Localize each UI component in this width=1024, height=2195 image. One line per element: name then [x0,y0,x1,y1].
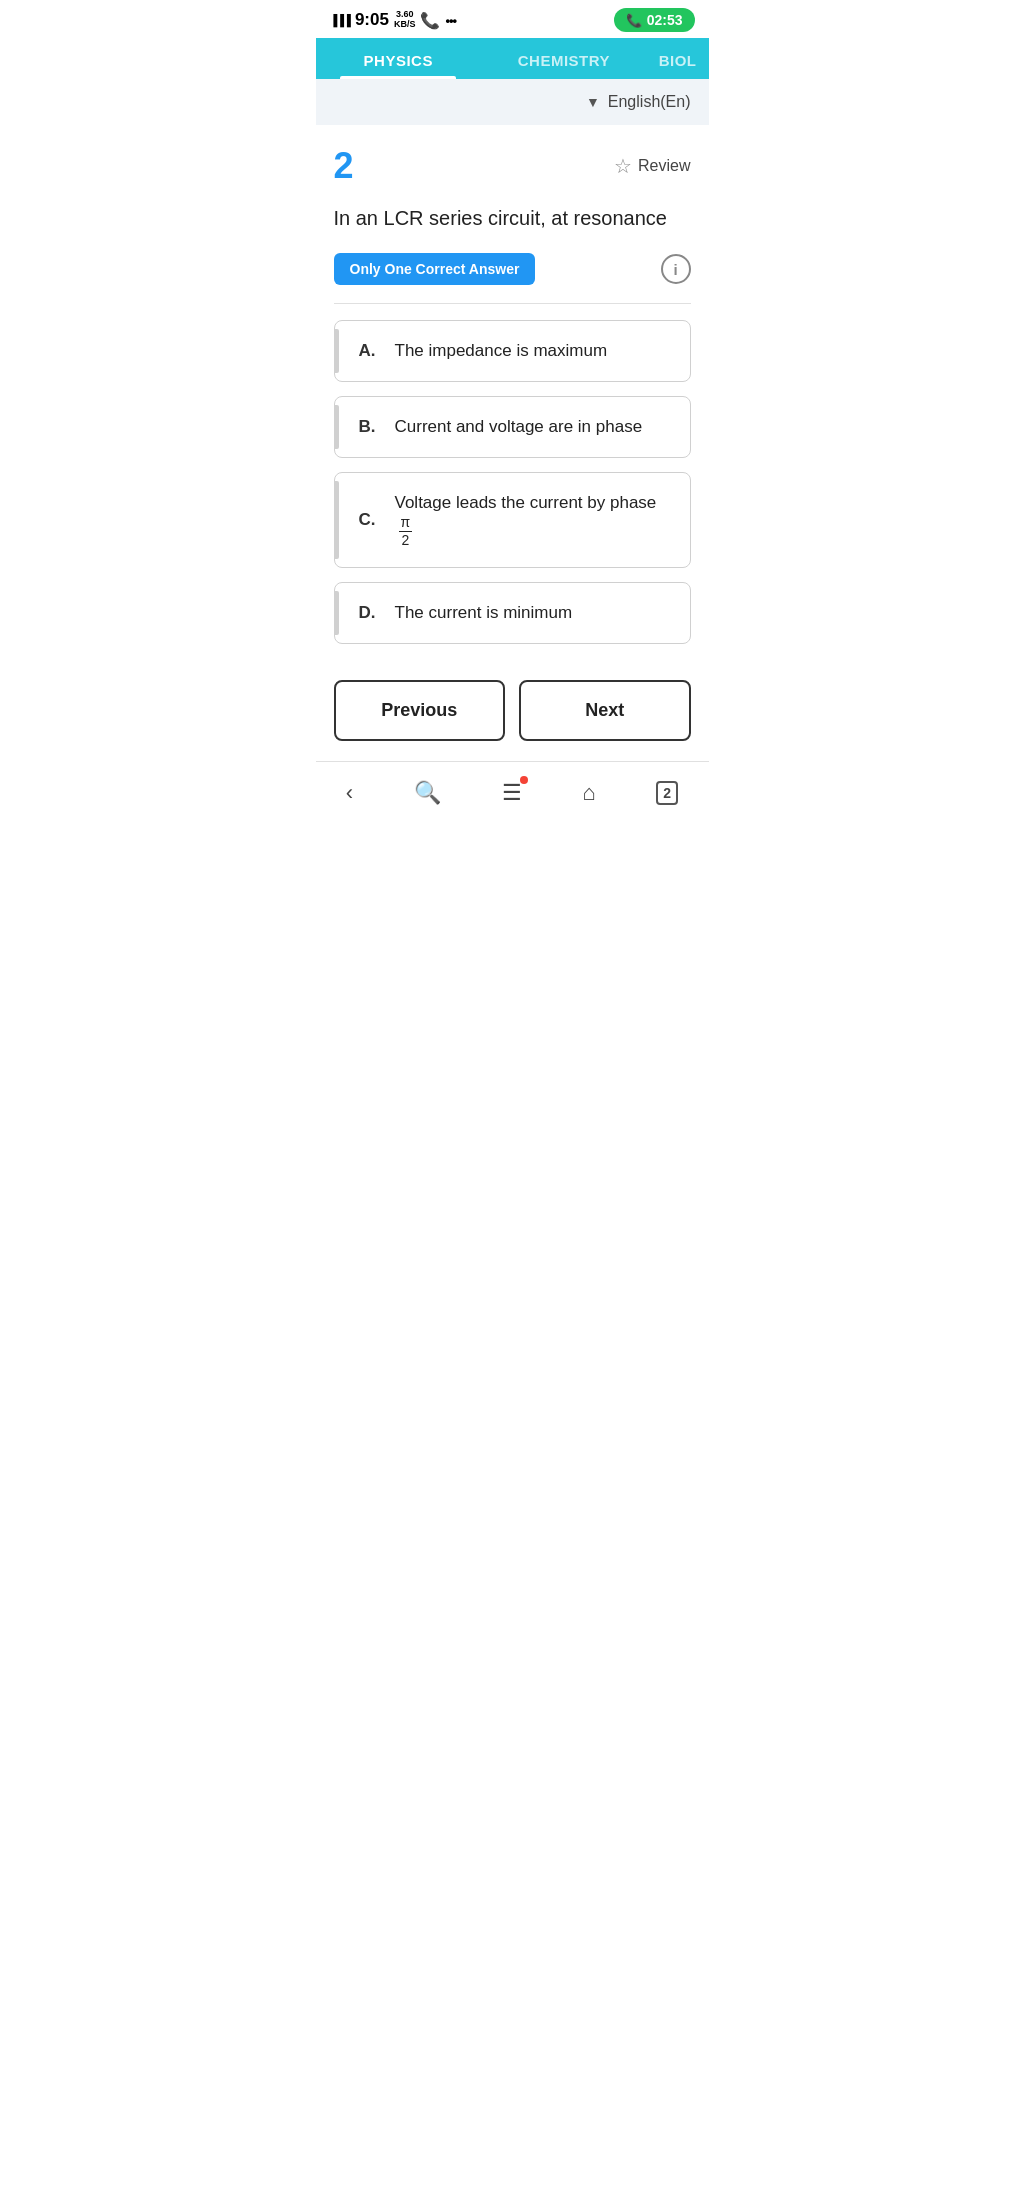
search-button[interactable]: 🔍 [406,776,449,810]
status-left: ▐▐▐ 9:05 3.60KB/S 📞 ••• [330,10,457,30]
question-number: 2 [334,145,354,187]
option-c-letter: C. [359,510,395,530]
divider [334,303,691,304]
option-d[interactable]: D. The current is minimum [334,582,691,644]
dots-icon: ••• [445,13,456,28]
question-area: 2 ☆ Review In an LCR series circuit, at … [316,125,709,664]
status-bar: ▐▐▐ 9:05 3.60KB/S 📞 ••• 📞 02:53 [316,0,709,38]
option-b[interactable]: B. Current and voltage are in phase [334,396,691,458]
review-label: Review [638,157,690,175]
option-b-letter: B. [359,417,395,437]
tab-physics[interactable]: PHYSICS [316,38,482,79]
bottom-nav: ‹ 🔍 ☰ ⌂ 2 [316,761,709,822]
back-button[interactable]: ‹ [338,776,361,810]
option-a-letter: A. [359,341,395,361]
previous-button[interactable]: Previous [334,680,506,741]
option-a[interactable]: A. The impedance is maximum [334,320,691,382]
option-c[interactable]: C. Voltage leads the current by phase π … [334,472,691,568]
language-row: ▼ English(En) [316,79,709,125]
page-count-button[interactable]: 2 [648,777,686,809]
menu-badge [520,776,528,784]
nav-buttons: Previous Next [316,664,709,761]
option-b-text: Current and voltage are in phase [395,415,643,439]
signal-icon: ▐▐▐ [330,14,350,26]
star-icon: ☆ [614,154,632,178]
options-list: A. The impedance is maximum B. Current a… [334,320,691,654]
kb-label: 3.60KB/S [394,10,416,30]
home-icon: ⌂ [582,780,595,806]
language-selector[interactable]: ▼ English(En) [586,93,691,111]
tab-bar: PHYSICS CHEMISTRY BIOL [316,38,709,79]
info-icon[interactable]: i [661,254,691,284]
phone-icon: 📞 [420,11,440,30]
menu-icon: ☰ [502,780,522,806]
call-timer: 02:53 [647,12,683,28]
badge-row: Only One Correct Answer i [334,253,691,285]
fraction-denominator: 2 [399,532,411,549]
next-button[interactable]: Next [519,680,691,741]
language-label: English(En) [608,93,691,111]
tab-biology[interactable]: BIOL [647,38,709,79]
question-text: In an LCR series circuit, at resonance [334,203,691,233]
option-a-text: The impedance is maximum [395,339,608,363]
call-icon: 📞 [626,13,642,28]
status-right: 📞 02:53 [614,8,695,32]
menu-button[interactable]: ☰ [494,776,530,810]
tab-chemistry[interactable]: CHEMISTRY [481,38,647,79]
page-count: 2 [656,781,678,805]
only-one-badge: Only One Correct Answer [334,253,536,285]
option-d-letter: D. [359,603,395,623]
home-button[interactable]: ⌂ [574,776,603,810]
question-header: 2 ☆ Review [334,145,691,187]
fraction-numerator: π [399,514,413,532]
call-badge: 📞 02:53 [614,8,695,32]
option-d-text: The current is minimum [395,601,573,625]
time: 9:05 [355,10,389,30]
option-c-text: Voltage leads the current by phase π 2 [395,491,674,549]
search-icon: 🔍 [414,780,441,806]
back-icon: ‹ [346,780,353,806]
fraction-pi-2: π 2 [399,514,413,549]
chevron-down-icon: ▼ [586,94,600,110]
review-button[interactable]: ☆ Review [614,154,690,178]
